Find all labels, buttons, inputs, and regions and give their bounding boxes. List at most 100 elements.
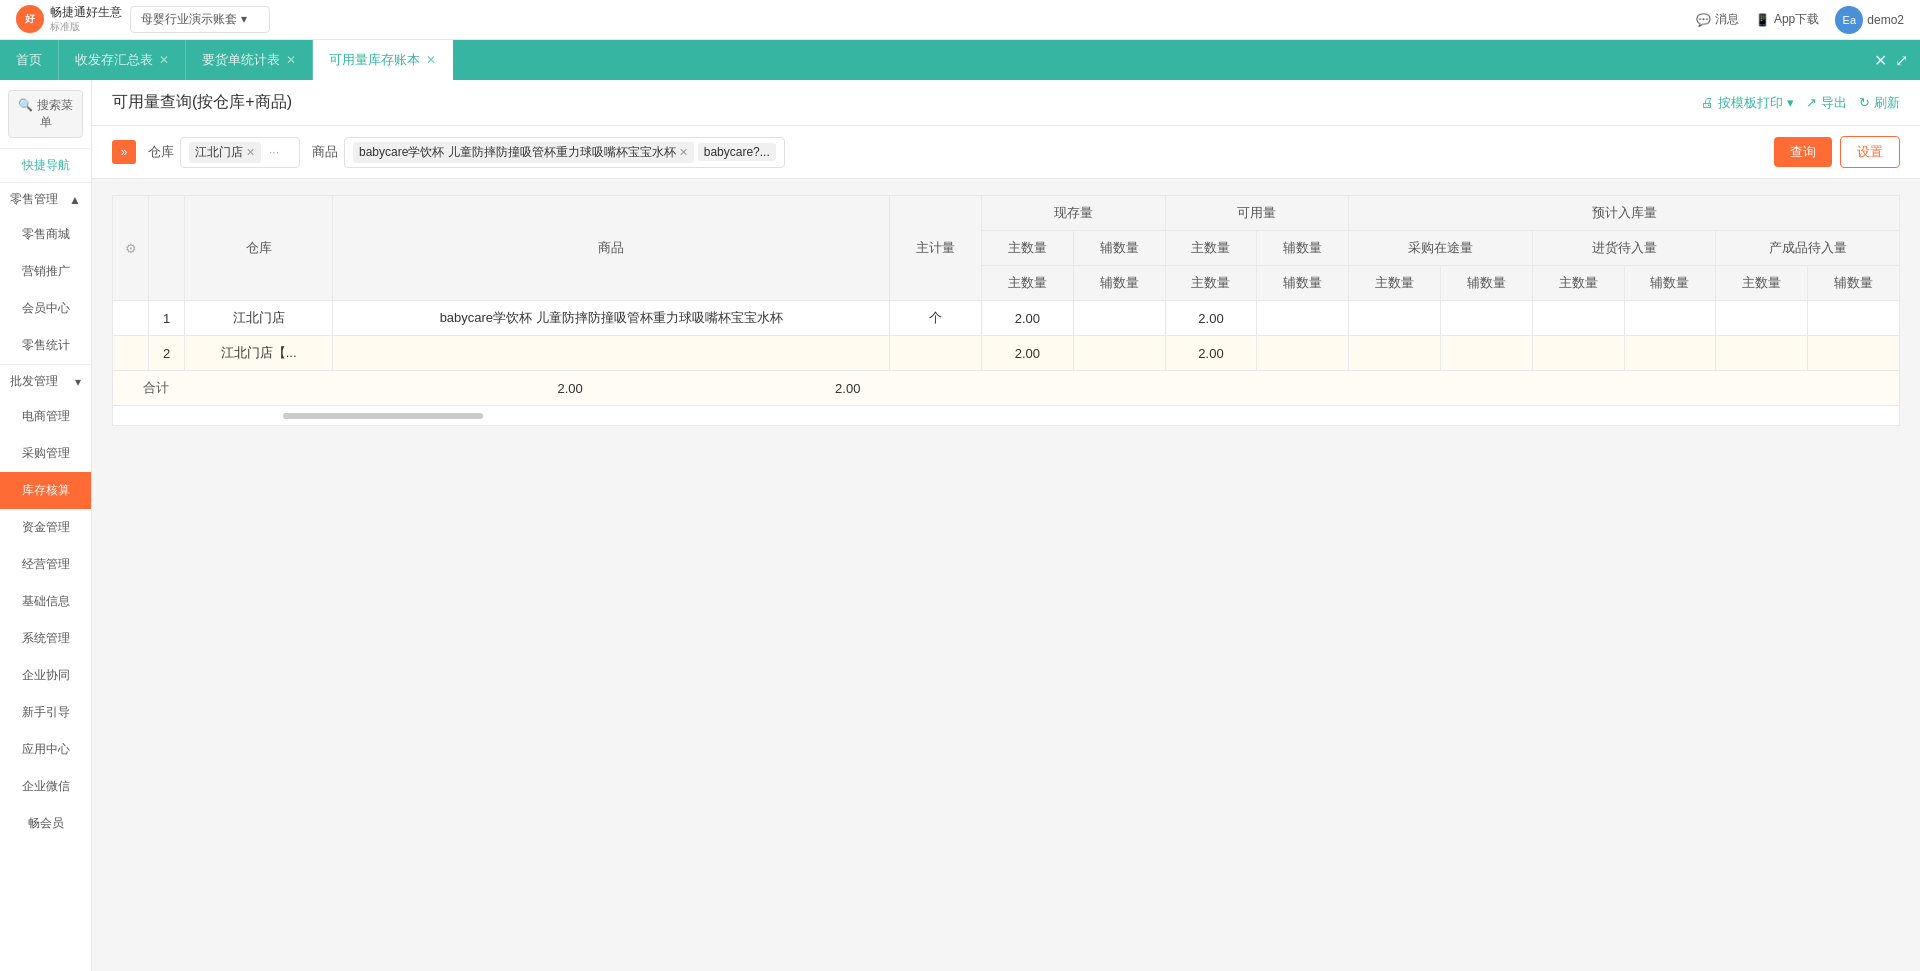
tab-home[interactable]: 首页: [0, 40, 59, 80]
footer-inc-aux: [1472, 381, 1611, 396]
warehouse-filter: 仓库 江北门店 ✕ ···: [148, 137, 300, 168]
sidebar-item-finance[interactable]: 资金管理: [0, 509, 91, 546]
th-incoming-aux: 辅数量: [1624, 266, 1716, 301]
sidebar-item-retail-mgmt[interactable]: 零售管理 ▲: [0, 183, 91, 216]
warehouse-more[interactable]: ···: [269, 145, 279, 159]
message-label: 消息: [1715, 11, 1739, 28]
footer-pur-aux: [1195, 381, 1334, 396]
quick-nav-button[interactable]: 快捷导航: [0, 149, 91, 183]
tab-bar: 首页 收发存汇总表 ✕ 要货单统计表 ✕ 可用量库存账本 ✕ ✕ ⤢: [0, 40, 1920, 80]
td-num-1: 1: [149, 301, 185, 336]
print-chevron-icon: ▾: [1787, 95, 1794, 110]
warehouse-input[interactable]: 江北门店 ✕ ···: [180, 137, 300, 168]
th-warehouse: 仓库: [185, 196, 333, 301]
refresh-button[interactable]: ↻ 刷新: [1859, 94, 1900, 112]
sidebar-item-app-center[interactable]: 应用中心: [0, 731, 91, 768]
footer-inc-main: [1334, 381, 1473, 396]
tab-order-stat[interactable]: 要货单统计表 ✕: [186, 40, 313, 80]
td-avail-aux-2: [1257, 336, 1349, 371]
td-pur-main-1: [1349, 301, 1441, 336]
user-menu[interactable]: Ea demo2: [1835, 6, 1904, 34]
message-button[interactable]: 💬 消息: [1696, 11, 1739, 28]
footer-current-main: 2.00: [501, 381, 640, 396]
td-unit-1: 个: [890, 301, 982, 336]
sidebar-item-inventory[interactable]: 库存核算: [0, 472, 91, 509]
tab-available-stock-close[interactable]: ✕: [426, 53, 436, 67]
footer-prod-main: [1611, 381, 1750, 396]
td-inc-main-2: [1532, 336, 1624, 371]
sidebar-item-enterprise[interactable]: 企业协同: [0, 657, 91, 694]
settings-icon[interactable]: ⚙: [125, 241, 137, 256]
footer-avail-main: 2.00: [778, 381, 917, 396]
sidebar-item-marketing[interactable]: 营销推广: [0, 253, 91, 290]
logo-sub: 标准版: [50, 20, 122, 34]
close-all-tabs-button[interactable]: ✕: [1874, 51, 1887, 70]
th-production-group: 产成品待入量: [1716, 231, 1900, 266]
filter-bar: » 仓库 江北门店 ✕ ··· 商品 babycare学饮杯 儿童防摔防撞吸管杯…: [92, 126, 1920, 179]
footer-current-aux: [640, 381, 779, 396]
sidebar-item-basic-info[interactable]: 基础信息: [0, 583, 91, 620]
sidebar-item-member2[interactable]: 畅会员: [0, 805, 91, 842]
td-product-2: [333, 336, 890, 371]
td-unit-2: [890, 336, 982, 371]
sidebar-item-operations[interactable]: 经营管理: [0, 546, 91, 583]
sidebar-item-guide[interactable]: 新手引导: [0, 694, 91, 731]
expand-button[interactable]: ⤢: [1895, 51, 1908, 70]
chevron-up-icon: ▲: [69, 193, 81, 207]
sidebar-item-sys-mgmt[interactable]: 系统管理: [0, 620, 91, 657]
th-unit: 主计量: [890, 196, 982, 301]
main-layout: 🔍 搜索菜单 快捷导航 零售管理 ▲ 零售商城 营销推广 会员中心 零售统计 批…: [0, 80, 1920, 971]
footer-prod-aux: [1750, 381, 1889, 396]
app-download-button[interactable]: 📱 App下载: [1755, 11, 1819, 28]
th-avail-main2: 主数量: [1165, 266, 1257, 301]
td-pur-aux-2: [1440, 336, 1532, 371]
tab-receive-close[interactable]: ✕: [159, 53, 169, 67]
footer-spacer: [223, 381, 501, 396]
warehouse-tag-close[interactable]: ✕: [246, 146, 255, 159]
sidebar-item-member[interactable]: 会员中心: [0, 290, 91, 327]
print-button[interactable]: 🖨 按模板打印 ▾: [1701, 94, 1794, 112]
td-inc-aux-2: [1624, 336, 1716, 371]
td-warehouse-1: 江北门店: [185, 301, 333, 336]
th-product: 商品: [333, 196, 890, 301]
th-purchase-main: 主数量: [1349, 266, 1441, 301]
settings-button[interactable]: 设置: [1840, 136, 1900, 168]
search-icon: 🔍: [18, 98, 33, 112]
horizontal-scrollbar[interactable]: [283, 413, 483, 419]
th-available-main: 主数量: [1165, 231, 1257, 266]
td-product-1: babycare学饮杯 儿童防摔防撞吸管杯重力球吸嘴杯宝宝水杯: [333, 301, 890, 336]
th-current-main2: 主数量: [982, 266, 1074, 301]
search-menu-button[interactable]: 🔍 搜索菜单: [8, 90, 83, 138]
refresh-icon: ↻: [1859, 95, 1870, 110]
th-current-aux2: 辅数量: [1073, 266, 1165, 301]
sidebar-item-ecommerce[interactable]: 电商管理: [0, 398, 91, 435]
page-title: 可用量查询(按仓库+商品): [112, 92, 292, 113]
th-available-group: 可用量: [1165, 196, 1349, 231]
tab-receive[interactable]: 收发存汇总表 ✕: [59, 40, 186, 80]
td-settings-1: [113, 301, 149, 336]
logo-text: 畅捷通好生意: [50, 5, 122, 19]
sidebar-item-retail-stat[interactable]: 零售统计: [0, 327, 91, 364]
tab-available-stock[interactable]: 可用量库存账本 ✕: [313, 40, 453, 80]
sidebar-item-purchase[interactable]: 采购管理: [0, 435, 91, 472]
avatar: Ea: [1835, 6, 1863, 34]
sidebar-item-retail-mall[interactable]: 零售商城: [0, 216, 91, 253]
td-inc-main-1: [1532, 301, 1624, 336]
table-row: 2 江北门店【... 2.00 2.00: [113, 336, 1900, 371]
product-input[interactable]: babycare学饮杯 儿童防摔防撞吸管杯重力球吸嘴杯宝宝水杯 ✕ babyca…: [344, 137, 785, 168]
sidebar-item-wecom[interactable]: 企业微信: [0, 768, 91, 805]
product-tag-1-close[interactable]: ✕: [679, 146, 688, 159]
th-settings: ⚙: [113, 196, 149, 301]
table-footer: 合计 2.00 2.00: [112, 371, 1900, 406]
query-button[interactable]: 查询: [1774, 137, 1832, 167]
export-button[interactable]: ↗ 导出: [1806, 94, 1847, 112]
sidebar-item-wholesale-mgmt[interactable]: 批发管理 ▾: [0, 365, 91, 398]
tab-order-stat-close[interactable]: ✕: [286, 53, 296, 67]
td-current-aux-1: [1073, 301, 1165, 336]
filter-actions: 查询 设置: [1774, 136, 1900, 168]
product-filter-label: 商品: [312, 143, 338, 161]
td-avail-main-2: 2.00: [1165, 336, 1257, 371]
filter-expand-button[interactable]: »: [112, 140, 136, 164]
industry-select[interactable]: 母婴行业演示账套 ▾: [130, 6, 270, 33]
page-header: 可用量查询(按仓库+商品) 🖨 按模板打印 ▾ ↗ 导出 ↻ 刷新: [92, 80, 1920, 126]
